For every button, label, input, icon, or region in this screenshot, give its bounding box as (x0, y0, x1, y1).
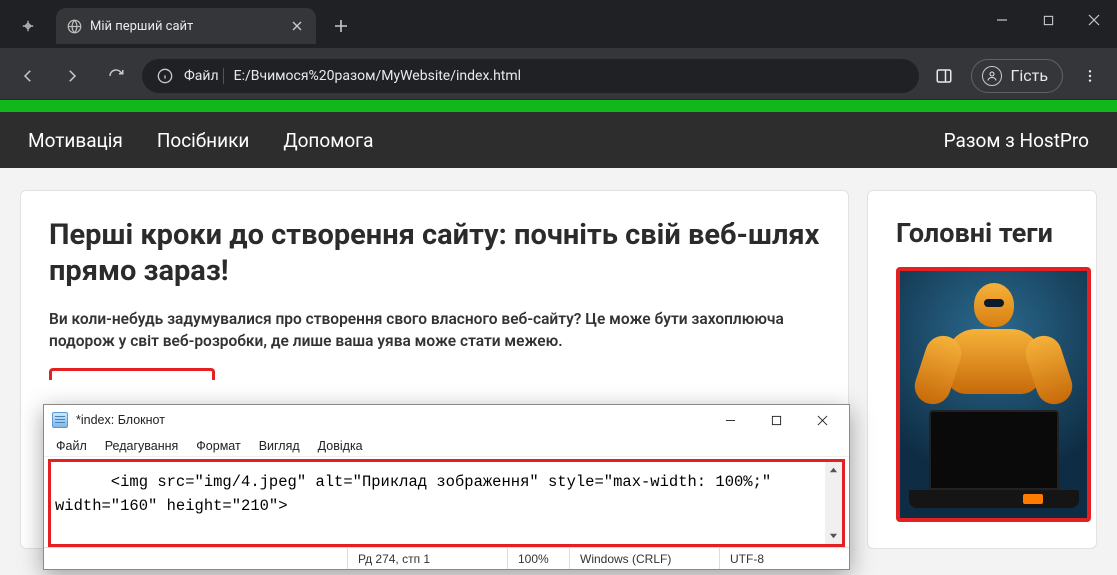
notepad-scrollbar[interactable] (825, 462, 842, 544)
close-window-button[interactable] (1071, 0, 1117, 40)
status-eol: Windows (CRLF) (569, 548, 719, 569)
status-position: Рд 274, стп 1 (347, 548, 507, 569)
tab-title: Мій перший сайт (90, 19, 280, 34)
article-lead: Ви коли-небудь задумувалися про створенн… (49, 308, 820, 353)
notepad-menu-help[interactable]: Довідка (310, 437, 371, 455)
notepad-icon (52, 412, 68, 428)
nav-link-hostpro[interactable]: Разом з HostPro (944, 129, 1089, 152)
back-button[interactable] (10, 58, 46, 94)
article-image-outline (49, 368, 215, 380)
window-controls (979, 0, 1117, 40)
reload-button[interactable] (98, 58, 134, 94)
notepad-menu-view[interactable]: Вигляд (251, 437, 308, 455)
scroll-up-icon[interactable] (825, 462, 842, 479)
nav-link-guides[interactable]: Посібники (157, 129, 249, 152)
browser-toolbar: Файл E:/Вчимося%20разом/MyWebsite/index.… (0, 52, 1117, 100)
profile-label: Гість (1010, 66, 1048, 85)
avatar-icon (982, 66, 1002, 86)
scroll-down-icon[interactable] (825, 527, 842, 544)
notepad-menu-file[interactable]: Файл (48, 437, 95, 455)
omnibox-url: E:/Вчимося%20разом/MyWebsite/index.html (234, 68, 521, 84)
notepad-text-area[interactable]: <img src="img/4.jpeg" alt="Приклад зобра… (51, 462, 825, 544)
site-accent-bar (0, 100, 1117, 112)
side-panel-button[interactable] (927, 59, 961, 93)
notepad-minimize-button[interactable] (707, 406, 753, 434)
notepad-menu-edit[interactable]: Редагування (97, 437, 187, 455)
notepad-window: *index: Блокнот Файл Редагування Формат … (43, 404, 850, 570)
globe-icon (66, 18, 82, 34)
notepad-menubar: Файл Редагування Формат Вигляд Довідка (44, 435, 849, 457)
sidebar-card: Головні теги (867, 190, 1097, 549)
sidebar-title: Головні теги (896, 217, 1068, 249)
browser-titlebar: Мій перший сайт (0, 0, 1117, 48)
status-zoom: 100% (507, 548, 569, 569)
close-icon[interactable] (288, 17, 306, 35)
profile-button[interactable]: Гість (971, 59, 1063, 93)
notepad-menu-format[interactable]: Формат (188, 437, 248, 455)
notepad-maximize-button[interactable] (753, 406, 799, 434)
status-encoding: UTF-8 (719, 548, 849, 569)
kebab-menu-button[interactable] (1073, 59, 1107, 93)
notepad-statusbar: Рд 274, стп 1 100% Windows (CRLF) UTF-8 (44, 547, 849, 569)
site-info-icon[interactable] (156, 67, 174, 85)
minimize-button[interactable] (979, 0, 1025, 40)
notepad-close-button[interactable] (799, 406, 845, 434)
site-nav: Мотивація Посібники Допомога Разом з Hos… (0, 112, 1117, 168)
notepad-title: *index: Блокнот (76, 413, 165, 427)
maximize-button[interactable] (1025, 0, 1071, 40)
article-title: Перші кроки до створення сайту: почніть … (49, 217, 820, 290)
forward-button[interactable] (54, 58, 90, 94)
browser-tab[interactable]: Мій перший сайт (56, 8, 316, 44)
notepad-titlebar[interactable]: *index: Блокнот (44, 405, 849, 435)
omnibox-file-chip: Файл (184, 68, 224, 84)
sidebar-image (896, 267, 1091, 522)
address-bar[interactable]: Файл E:/Вчимося%20разом/MyWebsite/index.… (142, 59, 919, 93)
new-tab-button[interactable] (326, 11, 356, 41)
nav-link-help[interactable]: Допомога (283, 129, 373, 152)
tab-search-button[interactable] (8, 8, 48, 44)
nav-link-motivation[interactable]: Мотивація (28, 129, 123, 152)
